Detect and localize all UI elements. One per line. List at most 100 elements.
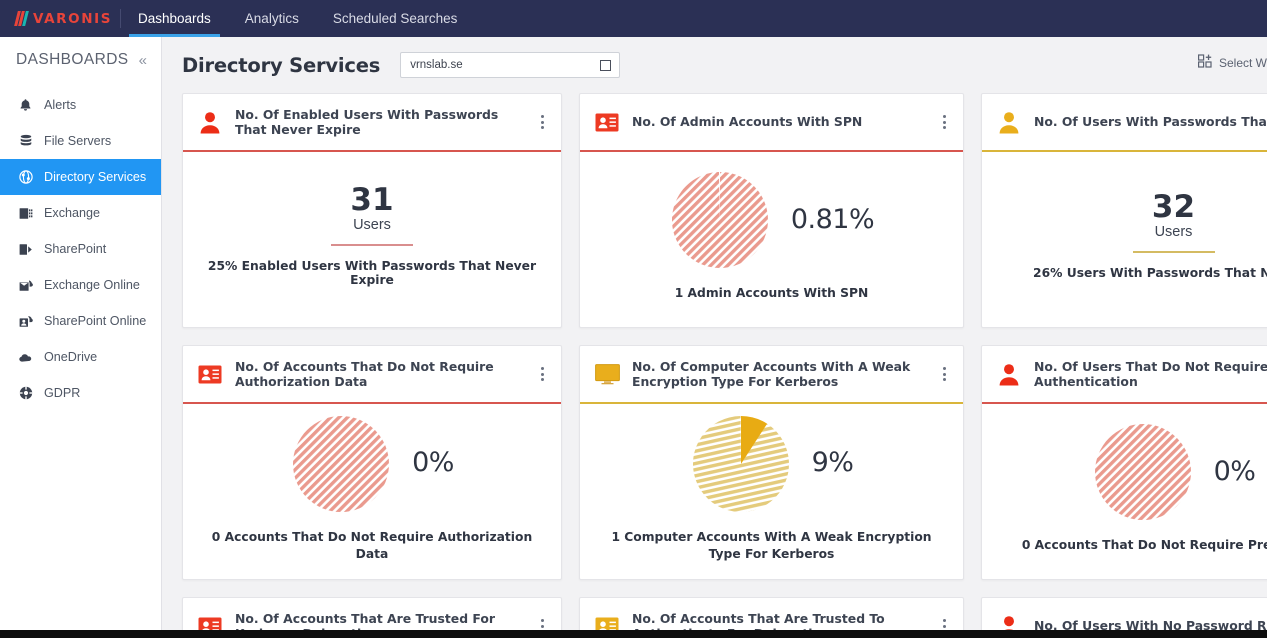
widget-card-body: 32 Users 26% Users With Passwords That N… [982, 152, 1267, 327]
tab-analytics[interactable]: Analytics [228, 0, 316, 37]
domain-selector[interactable]: vrnslab.se [400, 52, 621, 78]
pie-percent-label: 0% [1213, 455, 1256, 487]
widget-caption: 1 Computer Accounts With A Weak Encrypti… [611, 529, 932, 561]
widget-caption: 1 Admin Accounts With SPN [674, 286, 869, 301]
top-navigation-bar: VARONIS Dashboards Analytics Scheduled S… [0, 0, 1267, 37]
widget-menu-button[interactable] [535, 111, 549, 133]
dashboard-app: VARONIS Dashboards Analytics Scheduled S… [0, 0, 1267, 638]
tab-dashboards[interactable]: Dashboards [121, 0, 228, 37]
sidebar-item-alerts-label: Alerts [44, 98, 77, 112]
directory-icon [18, 170, 33, 185]
varonis-logo[interactable]: VARONIS [0, 0, 120, 37]
page-header: Directory Services vrnslab.se Select W [162, 37, 1267, 93]
pie-chart [290, 413, 390, 513]
value-divider [331, 244, 413, 247]
add-widget-icon [1197, 54, 1213, 71]
pie-chart [669, 169, 769, 269]
pie-row: 0% [996, 421, 1267, 521]
onedrive-cloud-icon [18, 350, 33, 365]
widget-card-body: 0% 0 Accounts That Do Not Require Author… [183, 404, 561, 579]
sidebar-header: DASHBOARDS « [0, 37, 161, 79]
globe-icon [18, 386, 33, 401]
sidebar-item-file-servers[interactable]: File Servers [0, 123, 161, 159]
sidebar-item-alerts[interactable]: Alerts [0, 87, 161, 123]
user-red-icon [196, 108, 224, 136]
widget-card-body: 0.81% 1 Admin Accounts With SPN [580, 152, 963, 327]
id-badge-red-icon [593, 108, 621, 136]
sidebar-item-directory-services-label: Directory Services [44, 170, 147, 184]
widget-card[interactable]: No. Of Admin Accounts With SPN 0.81% 1 A… [579, 93, 964, 328]
exchange-icon [18, 206, 33, 221]
collapse-sidebar-icon[interactable]: « [139, 53, 147, 68]
sidebar-item-sharepoint-label: SharePoint [44, 242, 107, 256]
window-bottom-edge [0, 630, 1267, 638]
sidebar-item-onedrive-label: OneDrive [44, 350, 98, 364]
pie-row: 0% [197, 413, 547, 513]
widget-card-title: No. Of Accounts That Do Not Require Auth… [235, 358, 494, 390]
widget-card-header: No. Of Users That Do Not Require Kerbero… [982, 346, 1267, 404]
widget-caption: 25% Enabled Users With Passwords That Ne… [207, 259, 537, 288]
widget-card[interactable]: No. Of Users With Passwords That Never E… [981, 93, 1267, 328]
sidebar-item-gdpr[interactable]: GDPR [0, 375, 161, 411]
widget-card-title: No. Of Computer Accounts With A Weak Enc… [632, 358, 911, 390]
widget-caption: 0 Accounts That Do Not Require Pre-authe… [1021, 538, 1267, 553]
pie-percent-label: 0% [412, 447, 454, 479]
widget-value: 32 [1151, 188, 1196, 225]
tab-scheduled-searches[interactable]: Scheduled Searches [316, 0, 475, 37]
sidebar-item-exchange-label: Exchange [44, 206, 101, 220]
widget-card[interactable]: No. Of Computer Accounts With A Weak Enc… [579, 345, 964, 580]
varonis-mark-icon [14, 11, 29, 26]
sidebar-item-exchange-online[interactable]: Exchange Online [0, 267, 161, 303]
sidebar-item-exchange-online-label: Exchange Online [44, 278, 140, 292]
sharepoint-icon [18, 242, 33, 257]
pie-percent-label: 9% [811, 447, 854, 479]
sidebar-item-gdpr-label: GDPR [44, 386, 81, 400]
widget-card-title: No. Of Admin Accounts With SPN [632, 114, 863, 130]
widget-menu-button[interactable] [535, 363, 549, 385]
widget-card-header: No. Of Computer Accounts With A Weak Enc… [580, 346, 963, 404]
server-icon [18, 134, 33, 149]
sidebar-item-onedrive[interactable]: OneDrive [0, 339, 161, 375]
widget-grid: No. Of Enabled Users With Passwords That… [162, 93, 1267, 638]
sidebar-item-directory-services[interactable]: Directory Services [0, 159, 161, 195]
sidebar-item-sharepoint-online[interactable]: SharePoint Online [0, 303, 161, 339]
select-widgets-button[interactable]: Select W [1197, 54, 1267, 71]
pie-row: 9% [594, 413, 949, 513]
sharepoint-online-icon [18, 314, 33, 329]
widget-card-body: 31 Users 25% Enabled Users With Password… [183, 152, 561, 327]
widget-card-header: No. Of Enabled Users With Passwords That… [183, 94, 561, 152]
tab-scheduled-searches-label: Scheduled Searches [332, 11, 458, 26]
widget-unit: Users [1154, 224, 1193, 241]
nav-tabs: Dashboards Analytics Scheduled Searches [121, 0, 474, 37]
user-gold-icon [995, 108, 1023, 136]
pie-chart [1092, 421, 1192, 521]
widget-value: 31 [350, 181, 394, 218]
widget-menu-button[interactable] [937, 363, 951, 385]
value-divider [1132, 251, 1215, 254]
sidebar-item-sharepoint-online-label: SharePoint Online [44, 314, 147, 328]
pie-percent-label: 0.81% [790, 203, 875, 235]
widget-card-header: No. Of Accounts That Do Not Require Auth… [183, 346, 561, 404]
monitor-gold-icon [593, 360, 621, 388]
widget-card-header: No. Of Users With Passwords That Never E [982, 94, 1267, 152]
pie-row: 0.81% [594, 169, 949, 269]
main-content: Directory Services vrnslab.se Select W N… [162, 37, 1267, 638]
sidebar-item-sharepoint[interactable]: SharePoint [0, 231, 161, 267]
widget-card-header: No. Of Admin Accounts With SPN [580, 94, 963, 152]
widget-card-title: No. Of Users With Passwords That Never E [1034, 114, 1267, 130]
widget-caption: 26% Users With Passwords That Never E [1033, 266, 1267, 281]
sidebar-item-exchange[interactable]: Exchange [0, 195, 161, 231]
pie-chart [690, 413, 790, 513]
sidebar-nav-list: Alerts File Servers Directory Services E… [0, 87, 161, 411]
widget-card[interactable]: No. Of Users That Do Not Require Kerbero… [981, 345, 1267, 580]
widget-card[interactable]: No. Of Accounts That Do Not Require Auth… [182, 345, 562, 580]
tab-analytics-label: Analytics [244, 11, 299, 26]
page-title: Directory Services [182, 53, 381, 77]
bell-icon [18, 98, 33, 113]
widget-menu-button[interactable] [937, 111, 951, 133]
widget-card[interactable]: No. Of Enabled Users With Passwords That… [182, 93, 562, 328]
sidebar: DASHBOARDS « Alerts File Servers Directo… [0, 37, 162, 638]
sidebar-item-file-servers-label: File Servers [44, 134, 112, 148]
domain-selector-value: vrnslab.se [410, 59, 463, 71]
checkbox-icon [600, 59, 612, 71]
